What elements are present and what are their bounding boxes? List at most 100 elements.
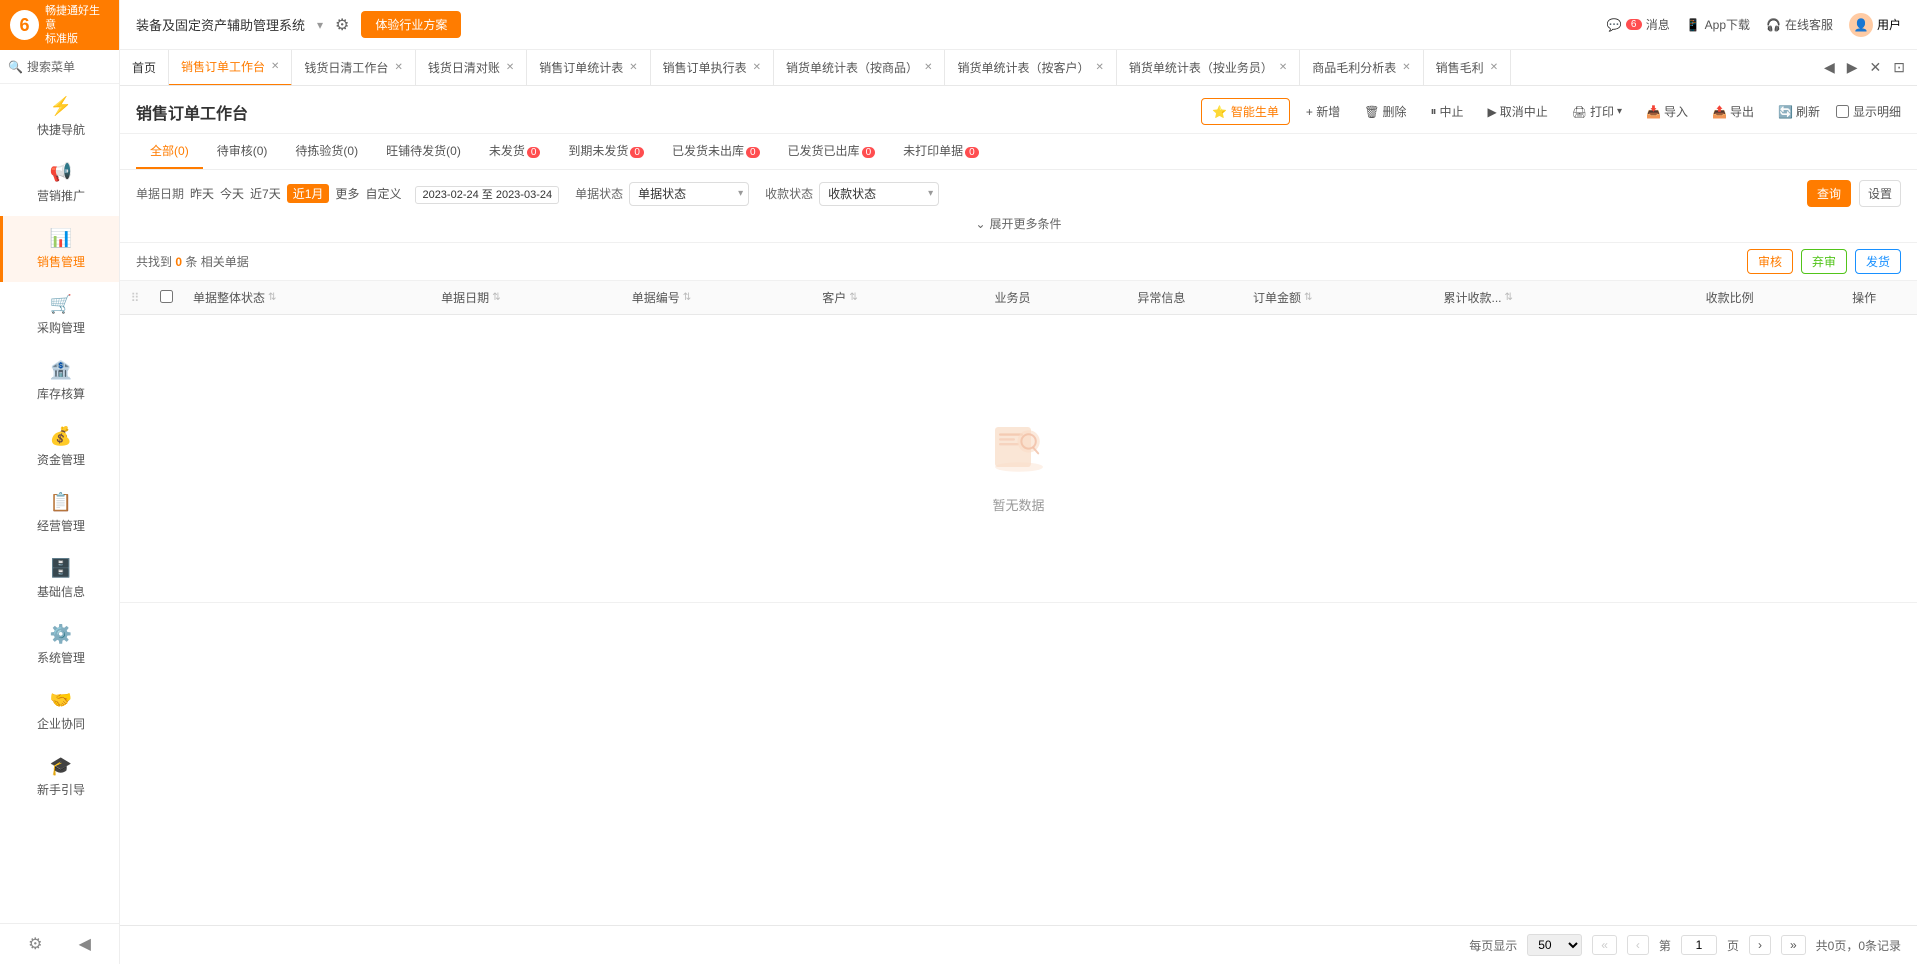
tab-sales-margin-close[interactable]: ✕ [1490, 62, 1498, 73]
subtab-unprinted[interactable]: 未打印单据0 [889, 134, 993, 169]
search-button[interactable]: 查询 [1807, 180, 1851, 207]
show-detail-checkbox[interactable]: 显示明细 [1836, 103, 1901, 120]
sidebar-item-nav[interactable]: ⚡ 快捷导航 [0, 84, 119, 150]
sidebar-item-guide[interactable]: 🎓 新手引导 [0, 744, 119, 810]
app-download-item[interactable]: 📱 App下载 [1686, 16, 1750, 33]
sidebar-item-sales[interactable]: 📊 销售管理 [0, 216, 119, 282]
topbar-settings-icon[interactable]: ⚙ [335, 15, 349, 35]
subtab-shipped-out[interactable]: 已发货已出库0 [774, 134, 890, 169]
th-date[interactable]: 单据日期 ⇅ [431, 281, 622, 315]
tab-gross-profit-close[interactable]: ✕ [1402, 62, 1410, 73]
sidebar-item-base[interactable]: 🗄️ 基础信息 [0, 546, 119, 612]
sidebar-item-operation[interactable]: 📋 经营管理 [0, 480, 119, 546]
tab-sales-by-customer[interactable]: 销货单统计表（按客户） ✕ [945, 50, 1116, 86]
tab-sales-margin[interactable]: 销售毛利 ✕ [1424, 50, 1511, 86]
tabs-expand-btn[interactable]: ⊡ [1889, 57, 1909, 78]
revoke-button[interactable]: 弃审 [1801, 249, 1847, 274]
date-more[interactable]: 更多 [335, 185, 359, 202]
next-page-btn[interactable]: › [1749, 935, 1771, 955]
online-service-item[interactable]: 🎧 在线客服 [1766, 16, 1833, 33]
tabs-close-btn[interactable]: ✕ [1866, 57, 1886, 78]
tab-sales-by-customer-close[interactable]: ✕ [1095, 62, 1103, 73]
tab-order-stats[interactable]: 销售订单统计表 ✕ [527, 50, 650, 86]
sort-status-icon: ⇅ [268, 292, 276, 303]
tab-sales-by-staff-close[interactable]: ✕ [1279, 62, 1287, 73]
filter-settings-button[interactable]: 设置 [1859, 180, 1901, 207]
expand-conditions-btn[interactable]: ⌄ 展开更多条件 [975, 215, 1061, 232]
subtab-wangpu-pending[interactable]: 旺铺待发货(0) [372, 134, 475, 169]
filter-bar: 单据日期 昨天 今天 近7天 近1月 更多 自定义 2023-02-24 至 2… [120, 170, 1917, 243]
sidebar-item-marketing[interactable]: 📢 营销推广 [0, 150, 119, 216]
tab-order-exec-close[interactable]: ✕ [753, 62, 761, 73]
th-amount[interactable]: 订单金额 ⇅ [1243, 281, 1434, 315]
sidebar-item-system[interactable]: ⚙️ 系统管理 [0, 612, 119, 678]
date-custom[interactable]: 自定义 [365, 185, 401, 202]
sidebar-item-enterprise[interactable]: 🤝 企业协同 [0, 678, 119, 744]
cancel-suspend-button[interactable]: ▶ 取消中止 [1480, 99, 1556, 124]
tab-sales-by-staff[interactable]: 销货单统计表（按业务员） ✕ [1117, 50, 1300, 86]
th-number[interactable]: 单据编号 ⇅ [622, 281, 813, 315]
tab-daily-clear[interactable]: 钱货日清工作台 ✕ [292, 50, 415, 86]
tab-daily-clear-close[interactable]: ✕ [394, 62, 402, 73]
tab-home[interactable]: 首页 [120, 50, 169, 86]
subtab-pending-inspection[interactable]: 待拣验货(0) [281, 134, 372, 169]
print-button[interactable]: 🖨 打印 ▾ [1564, 99, 1630, 124]
tabs-next-btn[interactable]: ▶ [1843, 57, 1862, 78]
tab-order-stats-close[interactable]: ✕ [629, 62, 637, 73]
sidebar-item-inventory[interactable]: 🏦 库存核算 [0, 348, 119, 414]
status-select[interactable]: 单据状态 [629, 182, 749, 206]
message-item[interactable]: 💬 6 消息 [1607, 16, 1670, 33]
import-button[interactable]: 📥 导入 [1638, 99, 1696, 124]
show-detail-input[interactable] [1836, 105, 1849, 118]
tabs-prev-btn[interactable]: ◀ [1820, 57, 1839, 78]
date-today[interactable]: 今天 [220, 185, 244, 202]
first-page-btn[interactable]: « [1592, 935, 1617, 955]
tab-order-exec[interactable]: 销售订单执行表 ✕ [651, 50, 774, 86]
date-1month[interactable]: 近1月 [287, 184, 330, 203]
subtab-overdue-unshipped[interactable]: 到期未发货0 [554, 134, 658, 169]
tab-sales-workbench[interactable]: 销售订单工作台 ✕ [169, 50, 292, 86]
tab-gross-profit[interactable]: 商品毛利分析表 ✕ [1300, 50, 1423, 86]
page-number-input[interactable] [1681, 935, 1717, 955]
date-yesterday[interactable]: 昨天 [190, 185, 214, 202]
select-all-checkbox[interactable] [160, 290, 173, 303]
tab-sales-workbench-close[interactable]: ✕ [271, 61, 279, 72]
th-status[interactable]: 单据整体状态 ⇅ [183, 281, 431, 315]
tab-sales-margin-label: 销售毛利 [1436, 59, 1484, 76]
refresh-button[interactable]: 🔄 刷新 [1770, 99, 1828, 124]
sidebar-item-purchase[interactable]: 🛒 采购管理 [0, 282, 119, 348]
sidebar-settings-btn[interactable]: ⚙ [28, 934, 42, 954]
prev-page-btn[interactable]: ‹ [1627, 935, 1649, 955]
smart-gen-button[interactable]: ⭐ 智能生单 [1201, 98, 1290, 125]
delete-button[interactable]: 🗑 删除 [1356, 99, 1414, 124]
search-icon: 🔍 [8, 60, 23, 74]
page-size-select[interactable]: 10 20 50 100 [1527, 934, 1582, 956]
subtab-all[interactable]: 全部(0) [136, 134, 203, 169]
tab-daily-clear-label: 钱货日清工作台 [304, 59, 388, 76]
last-page-btn[interactable]: » [1781, 935, 1806, 955]
subtab-shipped-not-out[interactable]: 已发货未出库0 [658, 134, 774, 169]
sidebar-item-finance[interactable]: 💰 资金管理 [0, 414, 119, 480]
sidebar-search[interactable]: 🔍 搜索菜单 [0, 50, 119, 84]
tab-reconciliation[interactable]: 钱货日清对账 ✕ [416, 50, 527, 86]
sidebar-collapse-btn[interactable]: ◀ [79, 934, 91, 954]
user-menu[interactable]: 👤 用户 [1849, 13, 1901, 37]
industry-solution-button[interactable]: 体验行业方案 [361, 11, 461, 38]
subtab-pending-audit[interactable]: 待审核(0) [203, 134, 282, 169]
th-customer[interactable]: 客户 ⇅ [812, 281, 945, 315]
empty-state: 暂无数据 [130, 323, 1907, 594]
tab-reconciliation-close[interactable]: ✕ [506, 62, 514, 73]
payment-select[interactable]: 收款状态 [819, 182, 939, 206]
export-button[interactable]: 📤 导出 [1704, 99, 1762, 124]
ship-button[interactable]: 发货 [1855, 249, 1901, 274]
audit-button[interactable]: 审核 [1747, 249, 1793, 274]
suspend-button[interactable]: ⏸ 中止 [1423, 99, 1472, 124]
subtab-unshipped[interactable]: 未发货0 [475, 134, 555, 169]
add-button[interactable]: + 新增 [1298, 99, 1348, 124]
th-checkbox[interactable] [150, 281, 183, 315]
inventory-icon: 🏦 [50, 360, 72, 381]
th-cumulative[interactable]: 累计收款... ⇅ [1434, 281, 1649, 315]
tab-sales-by-product[interactable]: 销货单统计表（按商品） ✕ [774, 50, 945, 86]
date-7days[interactable]: 近7天 [250, 185, 281, 202]
tab-sales-by-product-close[interactable]: ✕ [924, 62, 932, 73]
